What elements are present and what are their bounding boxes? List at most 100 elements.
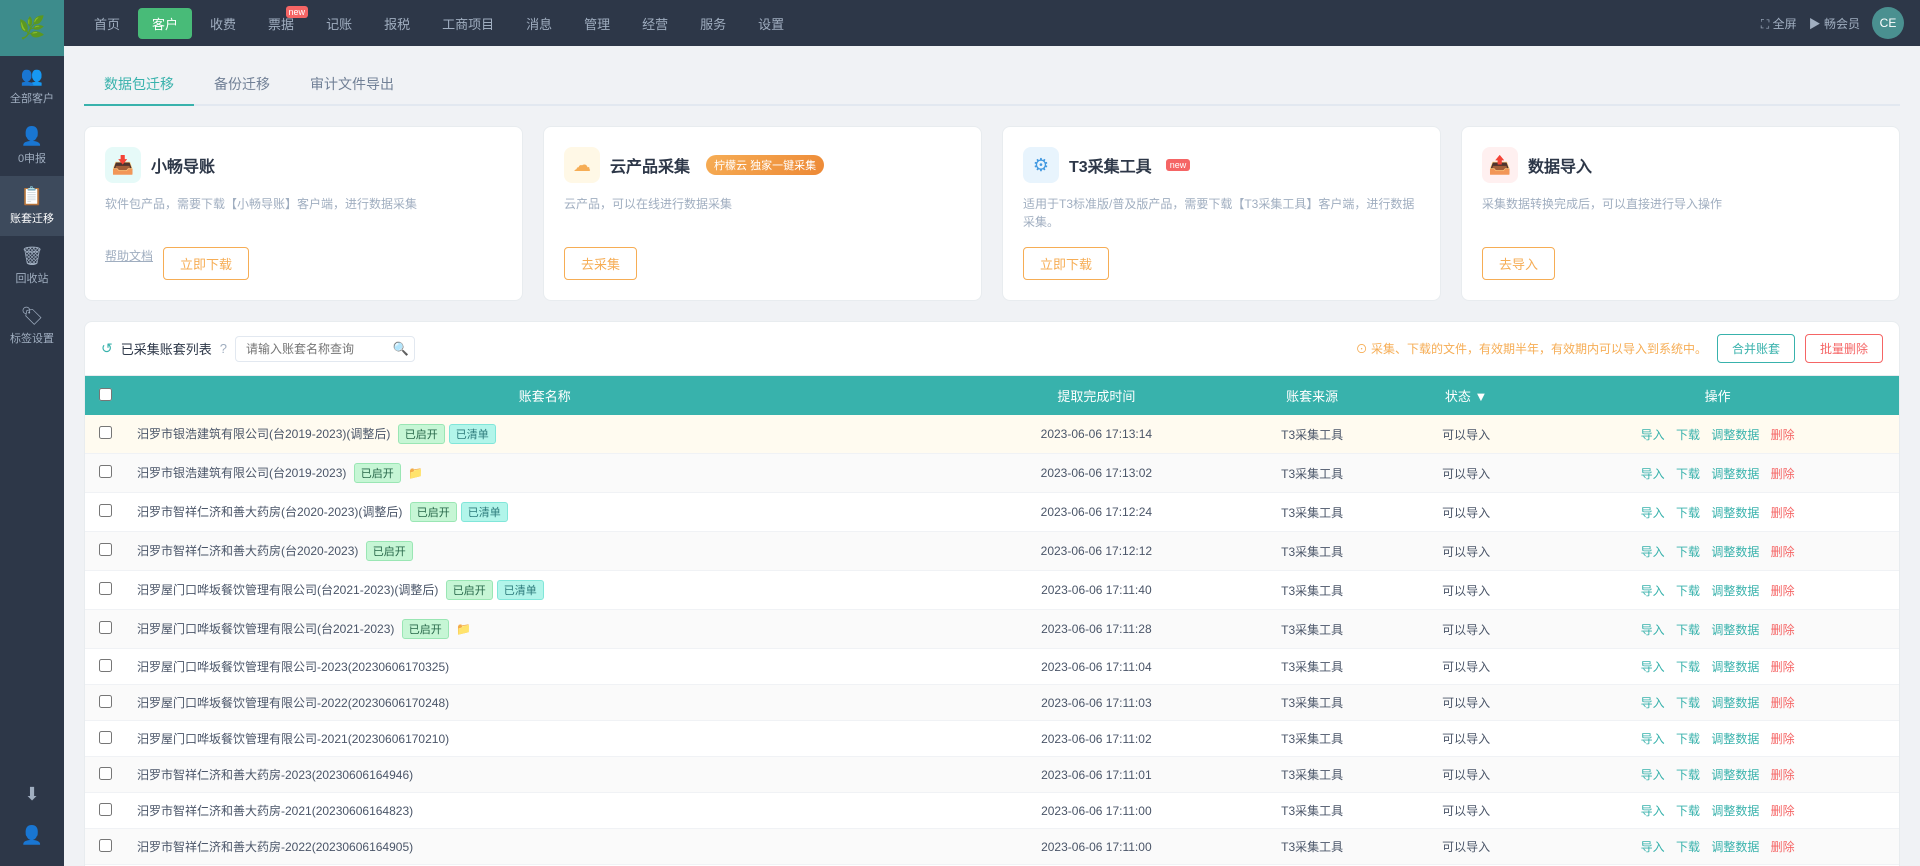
row-delete-btn[interactable]: 删除 xyxy=(1771,428,1795,442)
row-checkbox[interactable] xyxy=(99,582,112,595)
row-import-btn[interactable]: 导入 xyxy=(1641,584,1665,598)
row-adjust-btn[interactable]: 调整数据 xyxy=(1711,428,1759,442)
tab-data-migration[interactable]: 数据包迁移 xyxy=(84,64,194,106)
row-import-btn[interactable]: 导入 xyxy=(1641,660,1665,674)
row-import-btn[interactable]: 导入 xyxy=(1641,428,1665,442)
row-import-btn[interactable]: 导入 xyxy=(1641,467,1665,481)
row-checkbox[interactable] xyxy=(99,839,112,852)
row-download-btn[interactable]: 下载 xyxy=(1676,584,1700,598)
row-adjust-btn[interactable]: 调整数据 xyxy=(1711,584,1759,598)
nav-client[interactable]: 客户 xyxy=(138,8,192,39)
tab-backup-migration[interactable]: 备份迁移 xyxy=(194,64,290,106)
row-adjust-btn[interactable]: 调整数据 xyxy=(1711,506,1759,520)
nav-management[interactable]: 管理 xyxy=(570,8,624,39)
row-download-btn[interactable]: 下载 xyxy=(1676,660,1700,674)
row-download-btn[interactable]: 下载 xyxy=(1676,768,1700,782)
row-import-btn[interactable]: 导入 xyxy=(1641,696,1665,710)
sidebar-item-user-profile[interactable]: 👤 xyxy=(0,815,64,856)
member-btn[interactable]: ▶ 畅会员 xyxy=(1809,15,1860,32)
refresh-icon[interactable]: ↺ xyxy=(101,340,113,357)
nav-message[interactable]: 消息 xyxy=(512,8,566,39)
row-delete-btn[interactable]: 删除 xyxy=(1771,840,1795,854)
nav-invoice[interactable]: 票据 new xyxy=(254,8,308,39)
row-checkbox[interactable] xyxy=(99,731,112,744)
row-adjust-btn[interactable]: 调整数据 xyxy=(1711,545,1759,559)
row-download-btn[interactable]: 下载 xyxy=(1676,428,1700,442)
row-delete-btn[interactable]: 删除 xyxy=(1771,732,1795,746)
nav-home[interactable]: 首页 xyxy=(80,8,134,39)
fullscreen-btn[interactable]: ⛶ 全屏 xyxy=(1761,15,1797,32)
nav-operation[interactable]: 经营 xyxy=(628,8,682,39)
batch-delete-btn[interactable]: 批量删除 xyxy=(1805,334,1883,363)
row-download-btn[interactable]: 下载 xyxy=(1676,804,1700,818)
row-delete-btn[interactable]: 删除 xyxy=(1771,768,1795,782)
sidebar-item-zero-report[interactable]: 👤 0申报 xyxy=(0,116,64,176)
row-import-btn[interactable]: 导入 xyxy=(1641,623,1665,637)
row-checkbox[interactable] xyxy=(99,465,112,478)
nav-bookkeeping[interactable]: 记账 xyxy=(312,8,366,39)
search-input[interactable] xyxy=(235,336,415,362)
row-delete-btn[interactable]: 删除 xyxy=(1771,584,1795,598)
select-all-checkbox[interactable] xyxy=(99,388,112,401)
row-checkbox[interactable] xyxy=(99,803,112,816)
row-download-btn[interactable]: 下载 xyxy=(1676,732,1700,746)
sidebar-item-account-migration[interactable]: 📋 账套迁移 xyxy=(0,176,64,236)
download-now-btn[interactable]: 立即下载 xyxy=(163,247,249,280)
nav-business[interactable]: 工商项目 xyxy=(428,8,508,39)
tab-audit-export[interactable]: 审计文件导出 xyxy=(290,64,414,106)
row-delete-btn[interactable]: 删除 xyxy=(1771,623,1795,637)
row-adjust-btn[interactable]: 调整数据 xyxy=(1711,696,1759,710)
row-download-btn[interactable]: 下载 xyxy=(1676,696,1700,710)
sidebar-item-trash[interactable]: 🗑 回收站 xyxy=(0,236,64,296)
row-delete-btn[interactable]: 删除 xyxy=(1771,467,1795,481)
help-icon[interactable]: ? xyxy=(220,341,227,356)
row-checkbox[interactable] xyxy=(99,621,112,634)
row-download-btn[interactable]: 下载 xyxy=(1676,467,1700,481)
row-adjust-btn[interactable]: 调整数据 xyxy=(1711,840,1759,854)
row-delete-btn[interactable]: 删除 xyxy=(1771,660,1795,674)
row-checkbox[interactable] xyxy=(99,695,112,708)
row-download-btn[interactable]: 下载 xyxy=(1676,506,1700,520)
row-import-btn[interactable]: 导入 xyxy=(1641,732,1665,746)
row-import-btn[interactable]: 导入 xyxy=(1641,768,1665,782)
row-checkbox[interactable] xyxy=(99,504,112,517)
row-delete-btn[interactable]: 删除 xyxy=(1771,696,1795,710)
row-import-btn[interactable]: 导入 xyxy=(1641,840,1665,854)
user-avatar[interactable]: CE xyxy=(1872,7,1904,39)
row-download-btn[interactable]: 下载 xyxy=(1676,623,1700,637)
download-now-t3-btn[interactable]: 立即下载 xyxy=(1023,247,1109,280)
sidebar-item-all-clients[interactable]: 👥 全部客户 xyxy=(0,56,64,116)
search-submit-icon[interactable]: 🔍 xyxy=(393,341,409,357)
row-import-btn[interactable]: 导入 xyxy=(1641,804,1665,818)
row-name: 汨罗市智祥仁济和善大药房(台2020-2023) xyxy=(137,544,358,558)
row-adjust-btn[interactable]: 调整数据 xyxy=(1711,467,1759,481)
row-delete-btn[interactable]: 删除 xyxy=(1771,506,1795,520)
nav-settings[interactable]: 设置 xyxy=(744,8,798,39)
go-collect-btn[interactable]: 去采集 xyxy=(564,247,637,280)
row-import-btn[interactable]: 导入 xyxy=(1641,545,1665,559)
merge-account-btn[interactable]: 合并账套 xyxy=(1717,334,1795,363)
nav-service[interactable]: 服务 xyxy=(686,8,740,39)
help-doc-link[interactable]: 帮助文档 xyxy=(105,247,153,280)
row-adjust-btn[interactable]: 调整数据 xyxy=(1711,660,1759,674)
row-delete-btn[interactable]: 删除 xyxy=(1771,804,1795,818)
row-checkbox[interactable] xyxy=(99,767,112,780)
sidebar-item-download[interactable]: ⬇ xyxy=(0,774,64,815)
row-checkbox[interactable] xyxy=(99,426,112,439)
row-download-btn[interactable]: 下载 xyxy=(1676,840,1700,854)
row-actions-cell: 导入 下载 调整数据 删除 xyxy=(1536,685,1899,721)
row-delete-btn[interactable]: 删除 xyxy=(1771,545,1795,559)
col-status[interactable]: 状态 ▼ xyxy=(1396,376,1536,415)
go-import-btn[interactable]: 去导入 xyxy=(1482,247,1555,280)
row-adjust-btn[interactable]: 调整数据 xyxy=(1711,623,1759,637)
nav-billing[interactable]: 收费 xyxy=(196,8,250,39)
row-adjust-btn[interactable]: 调整数据 xyxy=(1711,804,1759,818)
row-download-btn[interactable]: 下载 xyxy=(1676,545,1700,559)
sidebar-item-tag-settings[interactable]: 🏷 标签设置 xyxy=(0,296,64,356)
row-checkbox[interactable] xyxy=(99,659,112,672)
row-adjust-btn[interactable]: 调整数据 xyxy=(1711,732,1759,746)
row-adjust-btn[interactable]: 调整数据 xyxy=(1711,768,1759,782)
row-checkbox[interactable] xyxy=(99,543,112,556)
row-import-btn[interactable]: 导入 xyxy=(1641,506,1665,520)
nav-tax[interactable]: 报税 xyxy=(370,8,424,39)
